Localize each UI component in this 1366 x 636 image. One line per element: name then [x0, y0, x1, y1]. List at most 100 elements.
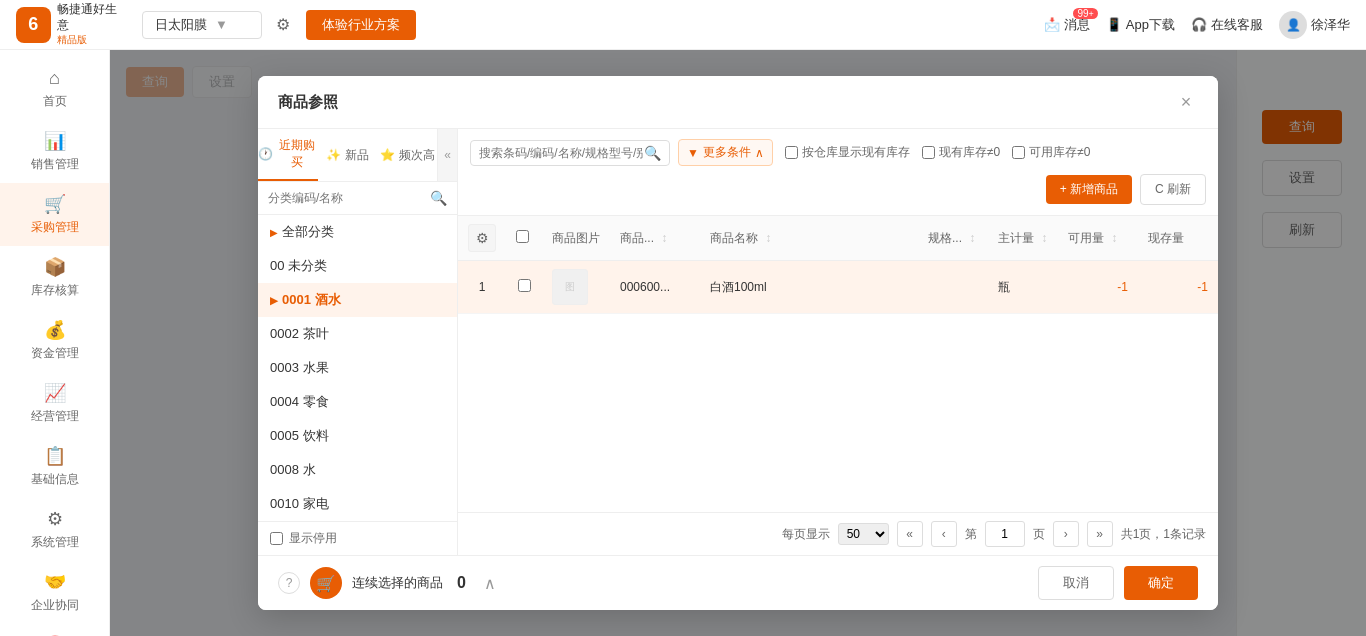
product-table: ⚙ 商品图片	[458, 216, 1218, 314]
th-check[interactable]	[506, 216, 542, 261]
category-footer: 显示停用	[258, 521, 457, 555]
footer-collapse-button[interactable]: ∧	[480, 570, 500, 597]
available-sort-icon[interactable]: ↕	[1111, 231, 1117, 245]
last-page-button[interactable]: »	[1087, 521, 1113, 547]
cat-item-snack[interactable]: 0004 零食	[258, 385, 457, 419]
phone-icon: 📱	[1106, 17, 1122, 32]
page-suffix: 页	[1033, 526, 1045, 543]
filter-button[interactable]: ▼ 更多条件 ∧	[678, 139, 773, 166]
store-selector[interactable]: 日太阳膜 ▼	[142, 11, 262, 39]
layout: ⌂ 首页 📊 销售管理 🛒 采购管理 📦 库存核算 💰 资金管理 📈 经营管理 …	[0, 50, 1366, 636]
sidebar-item-operations[interactable]: 📈 经营管理	[0, 372, 109, 435]
sidebar-item-purchase[interactable]: 🛒 采购管理	[0, 183, 109, 246]
filter-checkboxes: 按仓库显示现有库存 现有库存≠0 可用库存≠0	[785, 144, 1091, 161]
sidebar-item-system[interactable]: ⚙ 系统管理	[0, 498, 109, 561]
category-search: 🔍	[258, 182, 457, 215]
spec-sort-icon[interactable]: ↕	[969, 231, 975, 245]
show-disabled-label[interactable]: 显示停用	[289, 530, 337, 547]
nav-right: 📩 消息 99+ 📱 App下载 🎧 在线客服 👤 徐泽华	[1044, 11, 1350, 39]
logo-text: 畅捷通好生意	[57, 2, 126, 33]
pagination-bar: 每页显示 50 20 100 « ‹ 第 页 ›	[458, 512, 1218, 555]
logo-badge: 精品版	[57, 33, 126, 47]
show-disabled-checkbox[interactable]	[270, 532, 283, 545]
code-sort-icon[interactable]: ↕	[661, 231, 667, 245]
cart-button[interactable]: 🛒	[310, 567, 342, 599]
row-num: 1	[458, 261, 506, 314]
footer-left: ? 🛒 连续选择的商品 0 ∧	[278, 567, 500, 599]
sidebar-item-guide[interactable]: 🎯 新手引导	[0, 624, 109, 636]
th-code[interactable]: 商品... ↕	[610, 216, 700, 261]
th-stock[interactable]: 现存量	[1138, 216, 1218, 261]
category-collapse-button[interactable]: «	[437, 129, 457, 181]
unit-sort-icon[interactable]: ↕	[1041, 231, 1047, 245]
trial-button[interactable]: 体验行业方案	[306, 10, 416, 40]
sidebar-item-basics[interactable]: 📋 基础信息	[0, 435, 109, 498]
page-number-input[interactable]	[985, 521, 1025, 547]
app-download-item[interactable]: 📱 App下载	[1106, 16, 1175, 34]
cart-count: 0	[457, 574, 466, 592]
cat-tab-new[interactable]: ✨ 新品	[318, 129, 378, 181]
cat-item-uncategorized[interactable]: 00 未分类	[258, 249, 457, 283]
product-search-icon[interactable]: 🔍	[644, 145, 661, 161]
cat-tab-recent[interactable]: 🕐 近期购买	[258, 129, 318, 181]
row-check[interactable]	[506, 261, 542, 314]
sidebar: ⌂ 首页 📊 销售管理 🛒 采购管理 📦 库存核算 💰 资金管理 📈 经营管理 …	[0, 50, 110, 636]
row-stock: -1	[1138, 261, 1218, 314]
th-available[interactable]: 可用量 ↕	[1058, 216, 1138, 261]
cat-item-tea[interactable]: 0002 茶叶	[258, 317, 457, 351]
purchase-icon: 🛒	[44, 193, 66, 215]
category-search-input[interactable]	[268, 191, 430, 205]
operations-icon: 📈	[44, 382, 66, 404]
stock-nonzero-check[interactable]: 现有库存≠0	[922, 144, 1000, 161]
headset-icon: 🎧	[1191, 17, 1207, 32]
category-search-icon[interactable]: 🔍	[430, 190, 447, 206]
total-records: 共1页，1条记录	[1121, 526, 1206, 543]
th-unit[interactable]: 主计量 ↕	[988, 216, 1058, 261]
th-spec[interactable]: 规格... ↕	[918, 216, 988, 261]
cat-item-liquor[interactable]: ▶ 0001 酒水	[258, 283, 457, 317]
cat-item-fruit[interactable]: 0003 水果	[258, 351, 457, 385]
help-icon[interactable]: ?	[278, 572, 300, 594]
sidebar-item-finance[interactable]: 💰 资金管理	[0, 309, 109, 372]
user-item[interactable]: 👤 徐泽华	[1279, 11, 1350, 39]
cat-liquor-arrow: ▶	[270, 295, 278, 306]
modal-overlay: 商品参照 × 🕐 近期购买 ✨	[110, 50, 1366, 636]
online-service-item[interactable]: 🎧 在线客服	[1191, 16, 1263, 34]
refresh-button[interactable]: C 刷新	[1140, 174, 1206, 205]
add-product-button[interactable]: + 新增商品	[1046, 175, 1132, 204]
sidebar-item-collab[interactable]: 🤝 企业协同	[0, 561, 109, 624]
cat-item-beverage[interactable]: 0005 饮料	[258, 419, 457, 453]
sidebar-item-home[interactable]: ⌂ 首页	[0, 58, 109, 120]
table-row[interactable]: 1 图 000600... 白酒100ml 瓶 -1 -1	[458, 261, 1218, 314]
first-page-button[interactable]: «	[897, 521, 923, 547]
row-img: 图	[542, 261, 610, 314]
filter-icon: ▼	[687, 146, 699, 160]
available-nonzero-check[interactable]: 可用库存≠0	[1012, 144, 1090, 161]
message-icon: 📩	[1044, 17, 1060, 32]
select-all-checkbox[interactable]	[516, 230, 529, 243]
warehouse-display-check[interactable]: 按仓库显示现有库存	[785, 144, 910, 161]
confirm-button[interactable]: 确定	[1124, 566, 1198, 600]
th-config[interactable]: ⚙	[458, 216, 506, 261]
table-config-icon[interactable]: ⚙	[468, 224, 496, 252]
settings-icon[interactable]: ⚙	[272, 11, 294, 38]
category-tabs: 🕐 近期购买 ✨ 新品 ⭐ 频次高 «	[258, 129, 457, 182]
modal-close-button[interactable]: ×	[1174, 90, 1198, 114]
per-page-select[interactable]: 50 20 100	[838, 523, 889, 545]
modal-footer: ? 🛒 连续选择的商品 0 ∧ 取消 确定	[258, 555, 1218, 610]
cancel-button[interactable]: 取消	[1038, 566, 1114, 600]
next-page-button[interactable]: ›	[1053, 521, 1079, 547]
product-search-input[interactable]	[479, 146, 644, 160]
cat-item-water[interactable]: 0008 水	[258, 453, 457, 487]
cat-tab-frequent[interactable]: ⭐ 频次高	[377, 129, 437, 181]
messages-item[interactable]: 📩 消息 99+	[1044, 16, 1090, 34]
sidebar-item-sales[interactable]: 📊 销售管理	[0, 120, 109, 183]
row-name: 白酒100ml	[700, 261, 918, 314]
cat-item-all[interactable]: ▶ 全部分类	[258, 215, 457, 249]
prev-page-button[interactable]: ‹	[931, 521, 957, 547]
cat-item-appliance[interactable]: 0010 家电	[258, 487, 457, 521]
sidebar-item-inventory[interactable]: 📦 库存核算	[0, 246, 109, 309]
name-sort-icon[interactable]: ↕	[765, 231, 771, 245]
th-name[interactable]: 商品名称 ↕	[700, 216, 918, 261]
toolbar-right: + 新增商品 C 刷新	[1046, 174, 1206, 205]
